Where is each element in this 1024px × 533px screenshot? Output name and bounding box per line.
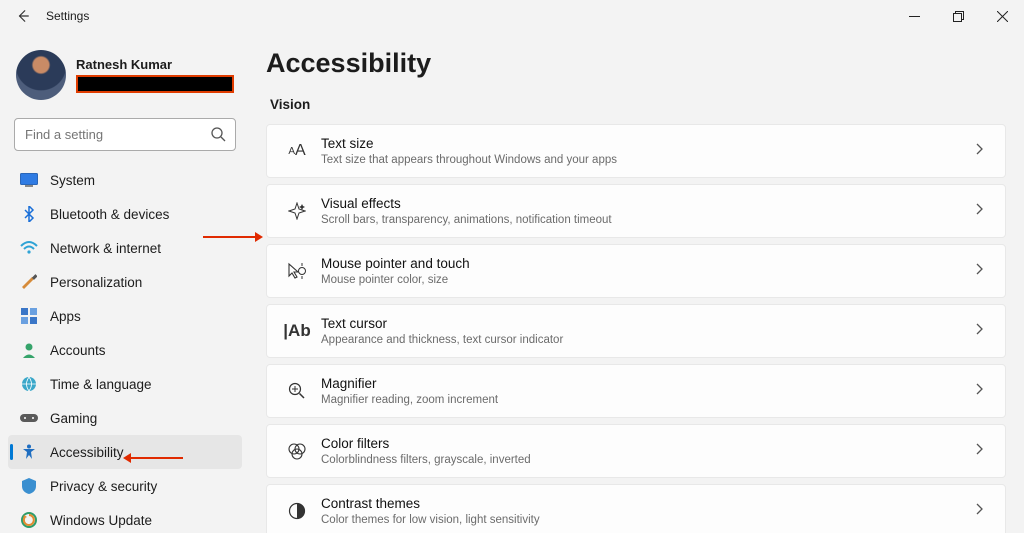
globe-clock-icon [20, 375, 38, 393]
card-magnifier[interactable]: Magnifier Magnifier reading, zoom increm… [266, 364, 1006, 418]
chevron-right-icon [973, 262, 989, 280]
sparkle-icon [283, 199, 311, 223]
sidebar-item-label: Network & internet [50, 241, 161, 256]
sidebar-item-label: Bluetooth & devices [50, 207, 169, 222]
card-title: Visual effects [321, 196, 973, 212]
chevron-right-icon [973, 142, 989, 160]
shield-icon [20, 477, 38, 495]
contrast-icon [283, 499, 311, 523]
search-input[interactable] [14, 118, 236, 151]
card-subtitle: Colorblindness filters, grayscale, inver… [321, 454, 973, 466]
sidebar-item-personalization[interactable]: Personalization [8, 265, 242, 299]
section-header-vision: Vision [270, 97, 1006, 112]
sidebar-item-privacy[interactable]: Privacy & security [8, 469, 242, 503]
sidebar-item-bluetooth[interactable]: Bluetooth & devices [8, 197, 242, 231]
main-content: Accessibility Vision AA Text size Text s… [250, 32, 1024, 533]
gaming-icon [20, 409, 38, 427]
sidebar-item-label: Gaming [50, 411, 97, 426]
apps-icon [20, 307, 38, 325]
update-icon [20, 511, 38, 529]
system-icon [20, 171, 38, 189]
sidebar-item-label: Privacy & security [50, 479, 157, 494]
sidebar-item-accessibility[interactable]: Accessibility [8, 435, 242, 469]
card-visual-effects[interactable]: Visual effects Scroll bars, transparency… [266, 184, 1006, 238]
accessibility-icon [20, 443, 38, 461]
avatar [16, 50, 66, 100]
sidebar-item-label: Accounts [50, 343, 106, 358]
color-filters-icon [283, 439, 311, 463]
chevron-right-icon [973, 382, 989, 400]
person-icon [20, 341, 38, 359]
sidebar-item-apps[interactable]: Apps [8, 299, 242, 333]
sidebar-item-label: Time & language [50, 377, 152, 392]
card-text-cursor[interactable]: |Ab Text cursor Appearance and thickness… [266, 304, 1006, 358]
card-title: Color filters [321, 436, 973, 452]
user-name: Ratnesh Kumar [76, 57, 234, 72]
maximize-icon [953, 11, 964, 22]
redacted-email [76, 75, 234, 93]
card-subtitle: Mouse pointer color, size [321, 274, 973, 286]
sidebar-item-system[interactable]: System [8, 163, 242, 197]
back-button[interactable] [10, 3, 36, 29]
sidebar-item-update[interactable]: Windows Update [8, 503, 242, 533]
cursor-touch-icon [283, 259, 311, 283]
wifi-icon [20, 239, 38, 257]
text-size-icon: AA [283, 139, 311, 163]
title-bar: Settings [0, 0, 1024, 32]
card-subtitle: Text size that appears throughout Window… [321, 154, 973, 166]
card-contrast-themes[interactable]: Contrast themes Color themes for low vis… [266, 484, 1006, 533]
sidebar-item-label: Apps [50, 309, 81, 324]
user-row[interactable]: Ratnesh Kumar [8, 42, 242, 104]
page-title: Accessibility [266, 48, 1006, 79]
sidebar-item-label: Windows Update [50, 513, 152, 528]
card-title: Contrast themes [321, 496, 973, 512]
card-subtitle: Appearance and thickness, text cursor in… [321, 334, 973, 346]
sidebar-item-label: System [50, 173, 95, 188]
paintbrush-icon [20, 273, 38, 291]
card-subtitle: Magnifier reading, zoom increment [321, 394, 973, 406]
magnifier-icon [283, 379, 311, 403]
search-icon [210, 126, 226, 142]
card-title: Mouse pointer and touch [321, 256, 973, 272]
chevron-right-icon [973, 502, 989, 520]
card-mouse-pointer[interactable]: Mouse pointer and touch Mouse pointer co… [266, 244, 1006, 298]
chevron-right-icon [973, 442, 989, 460]
bluetooth-icon [20, 205, 38, 223]
card-title: Text cursor [321, 316, 973, 332]
sidebar: Ratnesh Kumar System Bluetooth & devices [0, 32, 250, 533]
sidebar-item-label: Accessibility [50, 445, 124, 460]
sidebar-item-label: Personalization [50, 275, 142, 290]
sidebar-item-time[interactable]: Time & language [8, 367, 242, 401]
card-title: Text size [321, 136, 973, 152]
card-text-size[interactable]: AA Text size Text size that appears thro… [266, 124, 1006, 178]
minimize-button[interactable] [892, 0, 936, 32]
sidebar-item-gaming[interactable]: Gaming [8, 401, 242, 435]
chevron-right-icon [973, 322, 989, 340]
app-title: Settings [46, 9, 89, 23]
close-button[interactable] [980, 0, 1024, 32]
minimize-icon [909, 11, 920, 22]
card-subtitle: Color themes for low vision, light sensi… [321, 514, 973, 526]
sidebar-item-accounts[interactable]: Accounts [8, 333, 242, 367]
sidebar-item-network[interactable]: Network & internet [8, 231, 242, 265]
card-title: Magnifier [321, 376, 973, 392]
chevron-right-icon [973, 202, 989, 220]
close-icon [997, 11, 1008, 22]
arrow-left-icon [16, 9, 30, 23]
card-color-filters[interactable]: Color filters Colorblindness filters, gr… [266, 424, 1006, 478]
text-cursor-icon: |Ab [283, 319, 311, 343]
card-subtitle: Scroll bars, transparency, animations, n… [321, 214, 973, 226]
maximize-button[interactable] [936, 0, 980, 32]
